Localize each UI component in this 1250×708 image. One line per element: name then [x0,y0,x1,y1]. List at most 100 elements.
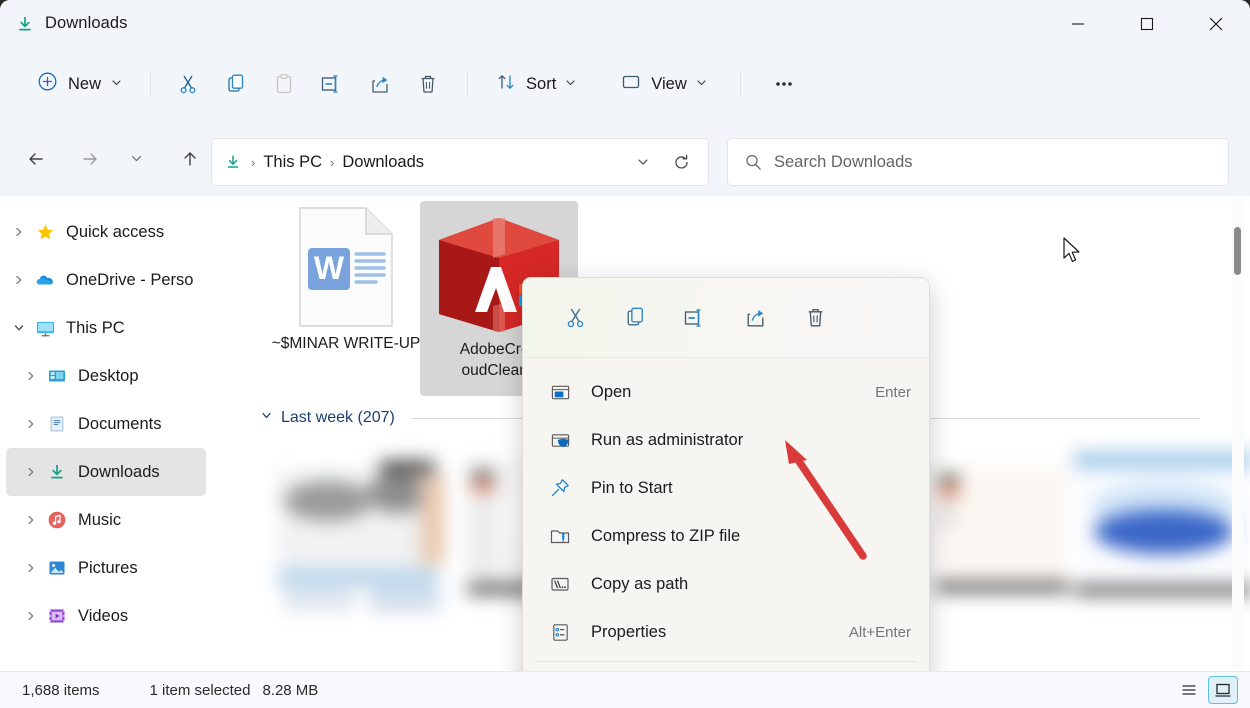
sidebar-item-pictures[interactable]: Pictures [6,544,206,592]
chevron-right-icon[interactable] [18,370,44,382]
cut-button[interactable] [165,65,211,103]
address-bar[interactable]: › This PC › Downloads [211,138,709,186]
minimize-button[interactable] [1043,0,1112,47]
chevron-right-icon[interactable] [18,610,44,622]
context-menu-item-pin-to-start[interactable]: Pin to Start [523,464,929,512]
file-name: ~$MINAR WRITE-UP [267,333,425,354]
close-button[interactable] [1181,0,1250,47]
file-item[interactable]: W ~$MINAR WRITE-UP [267,201,425,354]
copy-button[interactable] [213,65,259,103]
details-view-button[interactable] [1174,676,1204,704]
navigation-pane: Quick access OneDrive - Perso [0,196,212,671]
refresh-button[interactable] [662,143,700,181]
context-menu-item-open[interactable]: Open Enter [523,368,929,416]
chevron-right-icon[interactable] [18,418,44,430]
command-toolbar: New [0,47,1250,121]
open-window-icon [547,382,573,403]
see-more-button[interactable] [761,65,807,103]
toolbar-separator-2 [467,71,468,97]
content-scrollbar[interactable] [1232,196,1244,671]
chevron-right-icon[interactable] [6,226,32,238]
recent-locations-button[interactable] [116,139,156,179]
download-icon [14,13,36,35]
search-box[interactable]: Search Downloads [727,138,1229,186]
chevron-down-icon[interactable] [260,409,273,427]
forward-button[interactable] [70,139,110,179]
back-button[interactable] [16,139,56,179]
breadcrumb-downloads[interactable]: Downloads [337,151,429,174]
status-selection: 1 item selected [150,682,251,699]
paste-button[interactable] [261,65,307,103]
chevron-right-icon[interactable] [6,274,32,286]
delete-menu-icon[interactable] [785,296,845,340]
breadcrumb-this-pc[interactable]: This PC [258,151,327,174]
search-input[interactable]: Search Downloads [774,153,913,172]
chevron-right-icon[interactable] [18,514,44,526]
plus-circle-icon [37,71,58,97]
rename-button[interactable] [309,65,355,103]
context-menu[interactable]: Open Enter Run as administrator Pin to S… [522,277,930,708]
sidebar-item-label: Pictures [78,559,138,578]
chevron-down-icon [565,75,576,93]
breadcrumb-separator: › [248,155,258,170]
share-button[interactable] [357,65,403,103]
context-menu-item-label: Open [591,383,631,402]
address-dropdown-button[interactable] [624,143,662,181]
window-controls [1043,0,1250,47]
toolbar-separator-3 [740,71,741,97]
file-explorer-window: Downloads New [0,0,1250,708]
breadcrumb-separator: › [327,155,337,170]
chevron-right-icon[interactable] [18,466,44,478]
download-icon [224,153,242,171]
chevron-right-icon[interactable] [18,562,44,574]
clipboard-group [165,65,451,103]
context-menu-item-properties[interactable]: Properties Alt+Enter [523,608,929,656]
file-thumbnail-blurred[interactable] [1068,446,1250,616]
new-button[interactable]: New [27,66,132,102]
share-menu-icon[interactable] [725,296,785,340]
word-document-icon: W [267,201,425,333]
sidebar-item-downloads[interactable]: Downloads [6,448,206,496]
maximize-button[interactable] [1112,0,1181,47]
star-icon [32,223,58,242]
up-button[interactable] [170,139,210,179]
status-bar: 1,688 items 1 item selected 8.28 MB [0,671,1250,708]
file-thumbnail-blurred[interactable] [270,451,448,611]
path-icon [547,573,573,595]
sidebar-item-documents[interactable]: Documents [6,400,206,448]
sidebar-item-label: Music [78,511,121,530]
new-button-label: New [68,75,101,94]
sidebar-item-music[interactable]: Music [6,496,206,544]
svg-text:W: W [314,250,345,286]
delete-button[interactable] [405,65,451,103]
large-icons-view-button[interactable] [1208,676,1238,704]
sidebar-item-this-pc[interactable]: This PC [6,304,206,352]
context-menu-item-compress-to-zip[interactable]: Compress to ZIP file [523,512,929,560]
toolbar-separator-1 [150,71,151,97]
sidebar-item-desktop[interactable]: Desktop [6,352,206,400]
sort-button[interactable]: Sort [484,65,587,103]
chevron-down-icon [696,75,707,93]
context-menu-separator [535,661,917,662]
pictures-icon [44,558,70,578]
sidebar-item-quick-access[interactable]: Quick access [6,208,206,256]
title-bar: Downloads [0,0,1250,47]
rename-menu-icon[interactable] [665,296,725,340]
sidebar-item-videos[interactable]: Videos [6,592,206,640]
chevron-down-icon[interactable] [6,322,32,334]
cloud-icon [32,270,58,291]
sidebar-item-label: Desktop [78,367,139,386]
cut-menu-icon[interactable] [545,296,605,340]
sidebar-item-label: OneDrive - Perso [66,271,193,290]
sidebar-item-onedrive[interactable]: OneDrive - Perso [6,256,206,304]
context-menu-item-label: Compress to ZIP file [591,527,740,546]
properties-icon [547,622,573,643]
content-scrollbar-thumb[interactable] [1234,227,1241,275]
context-menu-item-copy-as-path[interactable]: Copy as path [523,560,929,608]
view-button[interactable]: View [609,65,717,103]
context-menu-item-run-as-administrator[interactable]: Run as administrator [523,416,929,464]
zip-folder-icon [547,525,573,547]
copy-menu-icon[interactable] [605,296,665,340]
window-title: Downloads [45,14,128,33]
videos-icon [44,606,70,626]
